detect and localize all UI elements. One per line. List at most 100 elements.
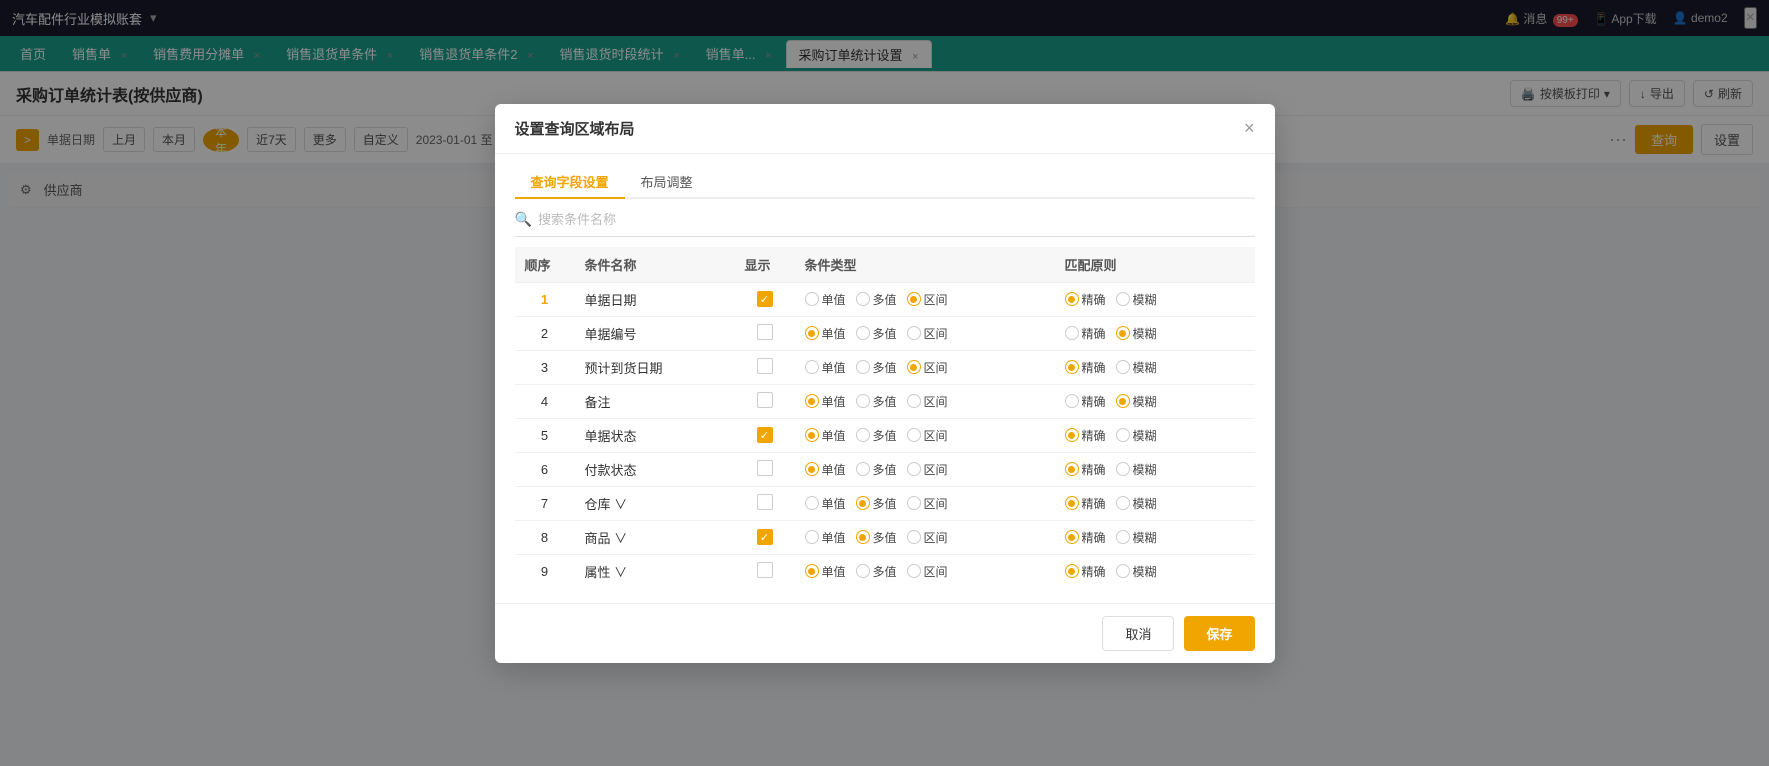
match-option-精确-8[interactable]: 精确 (1065, 563, 1106, 580)
modal-close-button[interactable]: × (1244, 118, 1255, 139)
row-4-check[interactable] (735, 418, 795, 452)
row-8-check[interactable] (735, 554, 795, 587)
checkbox-6[interactable] (757, 494, 773, 510)
type-option-多值-2[interactable]: 多值 (856, 359, 897, 376)
table-row: 3预计到货日期单值多值区间精确模糊 (515, 350, 1255, 384)
type-option-多值-4[interactable]: 多值 (856, 427, 897, 444)
match-option-模糊-2[interactable]: 模糊 (1116, 359, 1157, 376)
checkbox-0[interactable] (757, 291, 773, 307)
row-3-check[interactable] (735, 384, 795, 418)
match-option-模糊-7[interactable]: 模糊 (1116, 529, 1157, 546)
type-option-单值-3[interactable]: 单值 (805, 393, 846, 410)
table-row: 4备注单值多值区间精确模糊 (515, 384, 1255, 418)
type-option-区间-3[interactable]: 区间 (907, 393, 948, 410)
type-option-区间-7[interactable]: 区间 (907, 529, 948, 546)
order-num-7: 8 (541, 530, 548, 545)
row-1-check[interactable] (735, 316, 795, 350)
type-option-多值-8[interactable]: 多值 (856, 563, 897, 580)
radio-label-单值-7: 单值 (822, 529, 846, 546)
match-label-精确-8: 精确 (1082, 563, 1106, 580)
type-option-单值-6[interactable]: 单值 (805, 495, 846, 512)
row-5-check[interactable] (735, 452, 795, 486)
match-option-模糊-8[interactable]: 模糊 (1116, 563, 1157, 580)
order-num-3: 4 (541, 394, 548, 409)
type-option-区间-5[interactable]: 区间 (907, 461, 948, 478)
match-option-精确-3[interactable]: 精确 (1065, 393, 1106, 410)
type-option-单值-7[interactable]: 单值 (805, 529, 846, 546)
type-option-多值-6[interactable]: 多值 (856, 495, 897, 512)
checkbox-7[interactable] (757, 529, 773, 545)
match-circle-模糊-8 (1116, 564, 1130, 578)
match-label-精确-2: 精确 (1082, 359, 1106, 376)
row-4-match: 精确模糊 (1055, 418, 1255, 452)
row-4-type: 单值多值区间 (795, 418, 1055, 452)
match-option-模糊-0[interactable]: 模糊 (1116, 291, 1157, 308)
save-button[interactable]: 保存 (1184, 616, 1254, 651)
row-4-order: 5 (515, 418, 575, 452)
match-option-精确-4[interactable]: 精确 (1065, 427, 1106, 444)
checkbox-1[interactable] (757, 324, 773, 340)
radio-label-多值-3: 多值 (873, 393, 897, 410)
type-option-区间-6[interactable]: 区间 (907, 495, 948, 512)
type-option-单值-0[interactable]: 单值 (805, 291, 846, 308)
row-7-check[interactable] (735, 520, 795, 554)
match-option-精确-1[interactable]: 精确 (1065, 325, 1106, 342)
match-label-模糊-5: 模糊 (1133, 461, 1157, 478)
match-option-精确-2[interactable]: 精确 (1065, 359, 1106, 376)
row-6-check[interactable] (735, 486, 795, 520)
match-option-精确-0[interactable]: 精确 (1065, 291, 1106, 308)
checkbox-5[interactable] (757, 460, 773, 476)
type-group-0: 单值多值区间 (805, 291, 1045, 308)
modal-tab-query[interactable]: 查询字段设置 (515, 166, 625, 199)
type-option-多值-7[interactable]: 多值 (856, 529, 897, 546)
row-3-match: 精确模糊 (1055, 384, 1255, 418)
radio-label-区间-2: 区间 (924, 359, 948, 376)
checkbox-3[interactable] (757, 392, 773, 408)
type-option-区间-4[interactable]: 区间 (907, 427, 948, 444)
match-circle-模糊-1 (1116, 326, 1130, 340)
type-option-单值-8[interactable]: 单值 (805, 563, 846, 580)
match-option-精确-6[interactable]: 精确 (1065, 495, 1106, 512)
match-circle-精确-3 (1065, 394, 1079, 408)
modal-table-scroll: 顺序 条件名称 显示 条件类型 匹配原则 1单据日期单值多值区间精确模糊2单据编… (515, 247, 1255, 587)
checkbox-8[interactable] (757, 562, 773, 578)
type-option-区间-1[interactable]: 区间 (907, 325, 948, 342)
checkbox-4[interactable] (757, 427, 773, 443)
match-option-精确-5[interactable]: 精确 (1065, 461, 1106, 478)
cancel-button[interactable]: 取消 (1102, 616, 1174, 651)
type-option-多值-0[interactable]: 多值 (856, 291, 897, 308)
match-label-模糊-6: 模糊 (1133, 495, 1157, 512)
match-option-模糊-4[interactable]: 模糊 (1116, 427, 1157, 444)
row-8-match: 精确模糊 (1055, 554, 1255, 587)
checkbox-2[interactable] (757, 358, 773, 374)
row-0-check[interactable] (735, 282, 795, 316)
radio-circle-区间-6 (907, 496, 921, 510)
type-option-单值-5[interactable]: 单值 (805, 461, 846, 478)
type-option-多值-3[interactable]: 多值 (856, 393, 897, 410)
modal-tab-layout[interactable]: 布局调整 (625, 166, 709, 199)
row-6-name: 仓库 ∨ (575, 486, 735, 520)
type-option-多值-5[interactable]: 多值 (856, 461, 897, 478)
match-option-模糊-5[interactable]: 模糊 (1116, 461, 1157, 478)
modal-title: 设置查询区域布局 (515, 118, 635, 139)
type-option-区间-2[interactable]: 区间 (907, 359, 948, 376)
radio-circle-多值-3 (856, 394, 870, 408)
row-2-type: 单值多值 区间 (795, 350, 1055, 384)
type-option-区间-0[interactable]: 区间 (907, 291, 948, 308)
radio-label-多值-6: 多值 (873, 495, 897, 512)
match-option-模糊-1[interactable]: 模糊 (1116, 325, 1157, 342)
match-option-模糊-3[interactable]: 模糊 (1116, 393, 1157, 410)
type-option-单值-2[interactable]: 单值 (805, 359, 846, 376)
type-group-8: 单值多值区间 (805, 563, 1045, 580)
radio-label-单值-2: 单值 (822, 359, 846, 376)
order-num-4: 5 (541, 428, 548, 443)
match-option-精确-7[interactable]: 精确 (1065, 529, 1106, 546)
type-option-单值-1[interactable]: 单值 (805, 325, 846, 342)
row-2-check[interactable] (735, 350, 795, 384)
type-option-单值-4[interactable]: 单值 (805, 427, 846, 444)
type-option-区间-8[interactable]: 区间 (907, 563, 948, 580)
match-option-模糊-6[interactable]: 模糊 (1116, 495, 1157, 512)
type-option-多值-1[interactable]: 多值 (856, 325, 897, 342)
row-5-type: 单值多值区间 (795, 452, 1055, 486)
search-input[interactable] (538, 212, 718, 227)
